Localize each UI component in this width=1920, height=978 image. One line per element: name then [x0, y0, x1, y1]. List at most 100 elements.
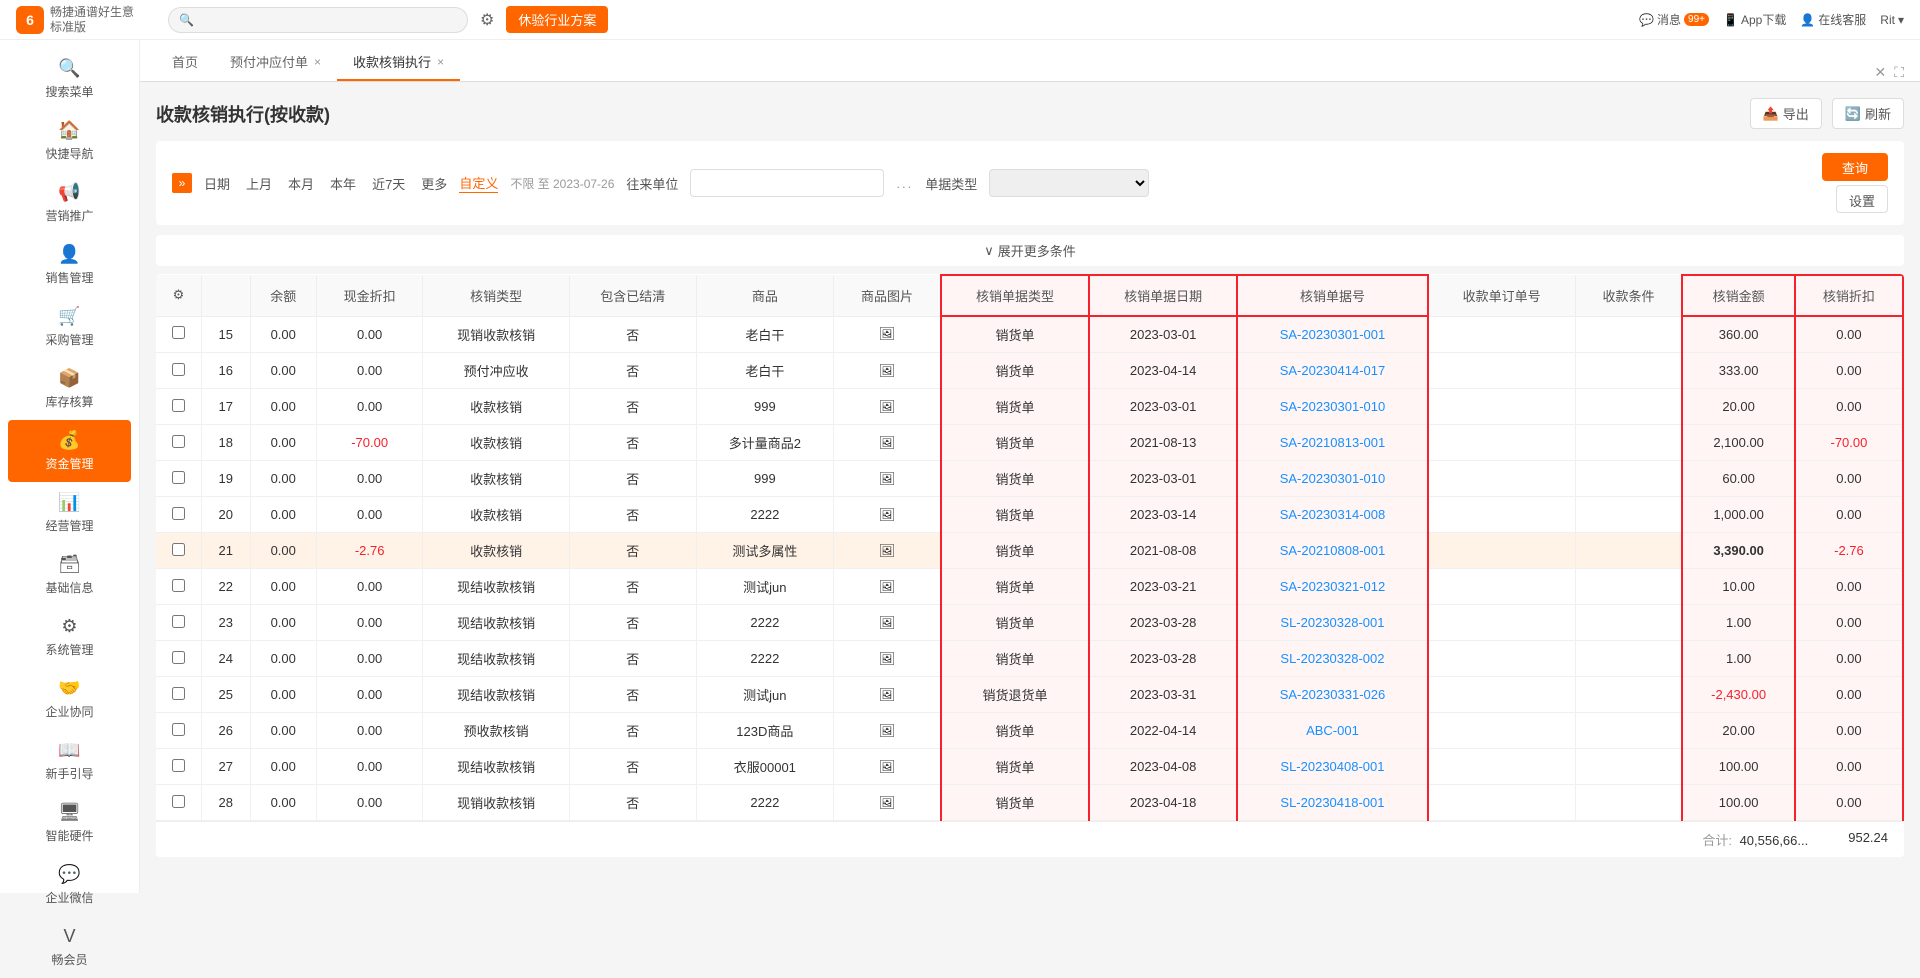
sidebar-item-sales[interactable]: 👤 销售管理 [0, 234, 139, 296]
cell-bill_no[interactable]: SA-20230331-026 [1237, 677, 1428, 713]
online-service-button[interactable]: 👤 在线客服 [1800, 11, 1866, 28]
setting-button[interactable]: 设置 [1836, 185, 1888, 213]
table-row[interactable]: 260.000.00预收款核销否123D商品🖼销货单2022-04-14ABC-… [156, 713, 1903, 749]
industry-button[interactable]: 休验行业方案 [506, 6, 608, 33]
row-checkbox-input[interactable] [172, 363, 185, 376]
link-bill_no[interactable]: SL-20230418-001 [1280, 795, 1384, 810]
cell-bill_no[interactable]: SA-20230321-012 [1237, 569, 1428, 605]
table-row[interactable]: 200.000.00收款核销否2222🖼销货单2023-03-14SA-2023… [156, 497, 1903, 533]
table-row[interactable]: 240.000.00现结收款核销否2222🖼销货单2023-03-28SL-20… [156, 641, 1903, 677]
query-button[interactable]: 查询 [1822, 153, 1888, 181]
row-checkbox-input[interactable] [172, 399, 185, 412]
table-row[interactable]: 170.000.00收款核销否999🖼销货单2023-03-01SA-20230… [156, 389, 1903, 425]
link-bill_no[interactable]: SA-20230301-010 [1280, 471, 1386, 486]
sidebar-item-guide[interactable]: 📖 新手引导 [0, 730, 139, 792]
row-checkbox[interactable] [156, 425, 202, 461]
row-checkbox-input[interactable] [172, 723, 185, 736]
filter-expand-button[interactable]: » [172, 173, 192, 193]
row-checkbox-input[interactable] [172, 687, 185, 700]
link-bill_no[interactable]: SA-20230314-008 [1280, 507, 1386, 522]
cell-bill_no[interactable]: SA-20210808-001 [1237, 533, 1428, 569]
sidebar-item-hardware[interactable]: 🖥 智能硬件 [0, 792, 139, 854]
tab-close-receipt[interactable]: × [437, 55, 444, 69]
sidebar-item-operation[interactable]: 📊 经营管理 [0, 482, 139, 544]
cell-bill_no[interactable]: SL-20230418-001 [1237, 785, 1428, 821]
export-button[interactable]: 📤 导出 [1750, 98, 1822, 129]
row-checkbox[interactable] [156, 785, 202, 821]
sidebar-item-marketing[interactable]: 📢 营销推广 [0, 172, 139, 234]
row-checkbox[interactable] [156, 497, 202, 533]
link-bill_no[interactable]: SL-20230408-001 [1280, 759, 1384, 774]
messages-button[interactable]: 💬 消息 99+ [1639, 11, 1709, 28]
table-row[interactable]: 180.00-70.00收款核销否多计量商品2🖼销货单2021-08-13SA-… [156, 425, 1903, 461]
cell-bill_no[interactable]: SA-20230301-010 [1237, 389, 1428, 425]
tab-home[interactable]: 首页 [156, 44, 214, 81]
user-menu[interactable]: Rit ▾ [1880, 13, 1904, 27]
sidebar-item-inventory[interactable]: 📦 库存核算 [0, 358, 139, 420]
cell-bill_no[interactable]: SA-20230314-008 [1237, 497, 1428, 533]
table-row[interactable]: 220.000.00现结收款核销否测试jun🖼销货单2023-03-21SA-2… [156, 569, 1903, 605]
sidebar-item-quick[interactable]: 🏠 快捷导航 [0, 110, 139, 172]
cell-bill_no[interactable]: SA-20230301-010 [1237, 461, 1428, 497]
sidebar-item-member[interactable]: V 畅会员 [0, 916, 139, 978]
date-more[interactable]: 更多 [417, 172, 451, 195]
link-bill_no[interactable]: SA-20230414-017 [1280, 363, 1386, 378]
row-checkbox[interactable] [156, 641, 202, 677]
link-bill_no[interactable]: SA-20230301-010 [1280, 399, 1386, 414]
row-checkbox-input[interactable] [172, 615, 185, 628]
date-this-month[interactable]: 本月 [284, 172, 318, 195]
link-bill_no[interactable]: SA-20230301-001 [1280, 327, 1386, 342]
row-checkbox-input[interactable] [172, 326, 185, 339]
table-row[interactable]: 190.000.00收款核销否999🖼销货单2023-03-01SA-20230… [156, 461, 1903, 497]
cell-bill_no[interactable]: ABC-001 [1237, 713, 1428, 749]
row-checkbox[interactable] [156, 533, 202, 569]
row-checkbox[interactable] [156, 461, 202, 497]
top-search[interactable]: 🔍 [168, 7, 468, 33]
row-checkbox[interactable] [156, 677, 202, 713]
table-row[interactable]: 150.000.00现销收款核销否老白干🖼销货单2023-03-01SA-202… [156, 316, 1903, 353]
tab-close-prepay[interactable]: × [314, 55, 321, 69]
close-all-icon[interactable]: ✕ [1874, 64, 1886, 81]
link-bill_no[interactable]: SA-20230331-026 [1280, 687, 1386, 702]
row-checkbox-input[interactable] [172, 543, 185, 556]
sidebar-item-wechat[interactable]: 💬 企业微信 [0, 854, 139, 916]
sidebar-item-collab[interactable]: 🤝 企业协同 [0, 668, 139, 730]
row-checkbox[interactable] [156, 569, 202, 605]
sidebar-item-system[interactable]: ⚙ 系统管理 [0, 606, 139, 668]
link-bill_no[interactable]: SA-20210808-001 [1280, 543, 1386, 558]
table-row[interactable]: 280.000.00现销收款核销否2222🖼销货单2023-04-18SL-20… [156, 785, 1903, 821]
bill-type-select[interactable] [989, 169, 1149, 197]
row-checkbox[interactable] [156, 389, 202, 425]
sidebar-item-purchase[interactable]: 🛒 采购管理 [0, 296, 139, 358]
table-row[interactable]: 210.00-2.76收款核销否测试多属性🖼销货单2021-08-08SA-20… [156, 533, 1903, 569]
link-bill_no[interactable]: SA-20230321-012 [1280, 579, 1386, 594]
cell-bill_no[interactable]: SA-20230414-017 [1237, 353, 1428, 389]
expand-icon[interactable]: ⛶ [1894, 64, 1904, 81]
from-unit-input[interactable] [690, 169, 884, 197]
table-row[interactable]: 160.000.00预付冲应收否老白干🖼销货单2023-04-14SA-2023… [156, 353, 1903, 389]
sidebar-item-finance[interactable]: 💰 资金管理 [8, 420, 131, 482]
row-checkbox-input[interactable] [172, 651, 185, 664]
cell-bill_no[interactable]: SL-20230408-001 [1237, 749, 1428, 785]
date-last-month[interactable]: 上月 [242, 172, 276, 195]
row-checkbox-input[interactable] [172, 759, 185, 772]
link-bill_no[interactable]: SA-20210813-001 [1280, 435, 1386, 450]
tab-prepay[interactable]: 预付冲应付单 × [214, 44, 337, 81]
date-custom[interactable]: 自定义 [459, 173, 498, 193]
sidebar-item-search[interactable]: 🔍 搜索菜单 [0, 48, 139, 110]
row-checkbox[interactable] [156, 749, 202, 785]
col-settings[interactable]: ⚙ [156, 275, 202, 316]
row-checkbox[interactable] [156, 605, 202, 641]
row-checkbox-input[interactable] [172, 507, 185, 520]
row-checkbox[interactable] [156, 316, 202, 353]
app-download-button[interactable]: 📱 App下载 [1723, 11, 1786, 28]
gear-icon[interactable]: ⚙ [480, 10, 494, 30]
table-row[interactable]: 230.000.00现结收款核销否2222🖼销货单2023-03-28SL-20… [156, 605, 1903, 641]
link-bill_no[interactable]: SL-20230328-002 [1280, 651, 1384, 666]
tab-receipt[interactable]: 收款核销执行 × [337, 44, 460, 81]
date-7days[interactable]: 近7天 [368, 172, 409, 195]
row-checkbox[interactable] [156, 353, 202, 389]
row-checkbox[interactable] [156, 713, 202, 749]
link-bill_no[interactable]: ABC-001 [1306, 723, 1359, 738]
cell-bill_no[interactable]: SL-20230328-001 [1237, 605, 1428, 641]
